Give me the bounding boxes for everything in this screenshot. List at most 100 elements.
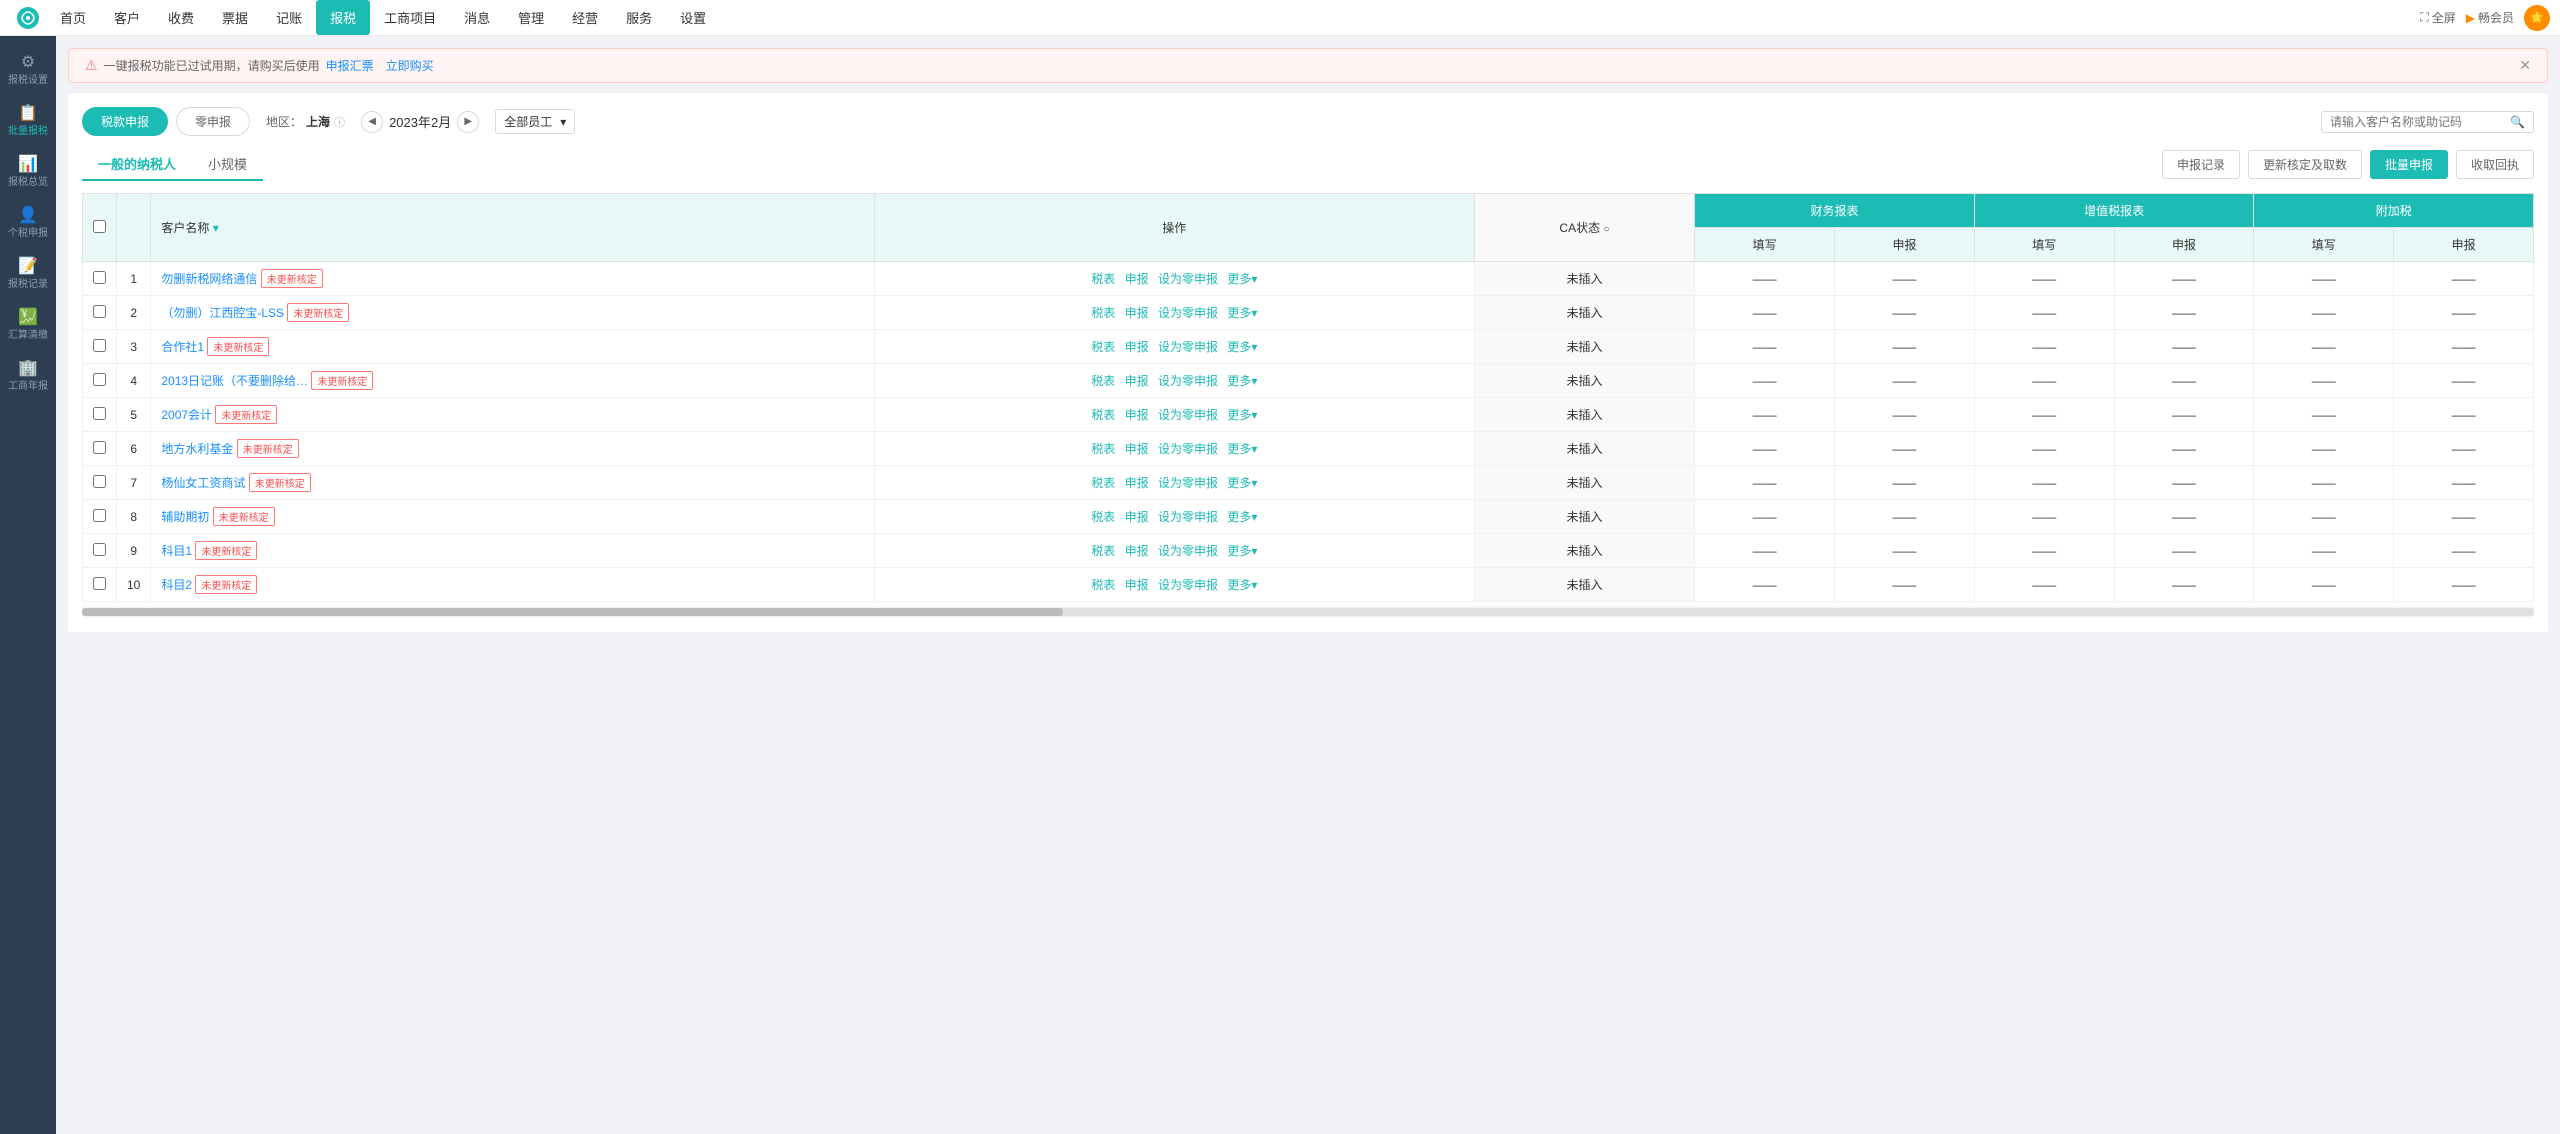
row-checkbox-6[interactable] [93,475,106,488]
op-declare-7[interactable]: 申报 [1125,510,1149,524]
nav-home[interactable]: 首页 [46,0,100,35]
select-all-checkbox[interactable] [93,220,106,233]
op-more-1[interactable]: 更多▾ [1227,306,1257,320]
nav-operation[interactable]: 经营 [558,0,612,35]
sidebar-item-batch-tax[interactable]: 📋 批量报税 [0,95,56,146]
info-icon[interactable]: ⓘ [334,114,345,130]
row-checkbox-3[interactable] [93,373,106,386]
client-name-link-5[interactable]: 地方水利基金 [161,442,233,456]
row-checkbox-4[interactable] [93,407,106,420]
nav-business[interactable]: 工商项目 [370,0,450,35]
period-prev-btn[interactable]: ◀ [361,111,383,133]
op-zero-declare-0[interactable]: 设为零申报 [1158,272,1218,286]
buy-now-link[interactable]: 立即购买 [386,57,434,74]
declare-record-btn[interactable]: 申报记录 [2162,150,2240,179]
row-checkbox-2[interactable] [93,339,106,352]
tab-zero-declare[interactable]: 零申报 [176,107,250,136]
fetch-back-btn[interactable]: 收取回执 [2456,150,2534,179]
op-zero-declare-8[interactable]: 设为零申报 [1158,544,1218,558]
sidebar-item-tax-records[interactable]: 📝 报税记录 [0,248,56,299]
scrollbar-thumb[interactable] [82,608,1063,616]
client-name-link-6[interactable]: 杨仙女工资商试 [161,476,245,490]
op-declare-9[interactable]: 申报 [1125,578,1149,592]
op-tax-table-2[interactable]: 税表 [1091,340,1115,354]
op-declare-3[interactable]: 申报 [1125,374,1149,388]
banner-close-btn[interactable]: ✕ [2519,57,2531,74]
update-fetch-btn[interactable]: 更新核定及取数 [2248,150,2362,179]
sidebar-item-tax-settings[interactable]: ⚙ 报税设置 [0,44,56,95]
nav-management[interactable]: 管理 [504,0,558,35]
nav-bookkeeping[interactable]: 记账 [262,0,316,35]
nav-service[interactable]: 服务 [612,0,666,35]
batch-declare-btn[interactable]: 批量申报 [2370,150,2448,179]
op-declare-0[interactable]: 申报 [1125,272,1149,286]
row-checkbox-8[interactable] [93,543,106,556]
op-zero-declare-1[interactable]: 设为零申报 [1158,306,1218,320]
tab-tax-declare[interactable]: 税款申报 [82,107,168,136]
table-scrollbar[interactable] [82,606,2534,618]
client-name-link-4[interactable]: 2007会计 [161,408,212,422]
op-declare-2[interactable]: 申报 [1125,340,1149,354]
op-zero-declare-4[interactable]: 设为零申报 [1158,408,1218,422]
sidebar-item-business-report[interactable]: 🏢 工商年报 [0,350,56,401]
op-declare-6[interactable]: 申报 [1125,476,1149,490]
client-name-link-9[interactable]: 科目2 [161,578,192,592]
op-zero-declare-6[interactable]: 设为零申报 [1158,476,1218,490]
op-tax-table-9[interactable]: 税表 [1091,578,1115,592]
nav-client[interactable]: 客户 [100,0,154,35]
op-tax-table-3[interactable]: 税表 [1091,374,1115,388]
op-tax-table-5[interactable]: 税表 [1091,442,1115,456]
op-tax-table-4[interactable]: 税表 [1091,408,1115,422]
op-tax-table-7[interactable]: 税表 [1091,510,1115,524]
row-checkbox-0[interactable] [93,271,106,284]
row-checkbox-9[interactable] [93,577,106,590]
op-zero-declare-2[interactable]: 设为零申报 [1158,340,1218,354]
client-name-link-2[interactable]: 合作社1 [161,340,204,354]
declare-link[interactable]: 申报汇票 [326,57,374,74]
row-checkbox-7[interactable] [93,509,106,522]
row-checkbox-5[interactable] [93,441,106,454]
client-name-link-7[interactable]: 辅助期初 [161,510,209,524]
op-zero-declare-3[interactable]: 设为零申报 [1158,374,1218,388]
op-more-8[interactable]: 更多▾ [1227,544,1257,558]
op-zero-declare-9[interactable]: 设为零申报 [1158,578,1218,592]
employee-filter[interactable]: 全部员工 ▾ [495,109,575,134]
sidebar-item-tax-overview[interactable]: 📊 报税总览 [0,146,56,197]
op-more-0[interactable]: 更多▾ [1227,272,1257,286]
op-more-6[interactable]: 更多▾ [1227,476,1257,490]
user-avatar[interactable]: 🌟 [2524,5,2550,31]
op-tax-table-0[interactable]: 税表 [1091,272,1115,286]
client-name-link-1[interactable]: （勿删）江西腔宝-LSS [161,306,284,320]
op-tax-table-6[interactable]: 税表 [1091,476,1115,490]
op-tax-table-8[interactable]: 税表 [1091,544,1115,558]
client-name-link-0[interactable]: 勿删新税网络通信 [161,272,257,286]
nav-settings[interactable]: 设置 [666,0,720,35]
op-more-5[interactable]: 更多▾ [1227,442,1257,456]
op-tax-table-1[interactable]: 税表 [1091,306,1115,320]
client-name-link-3[interactable]: 2013日记账（不要删除给… [161,374,308,388]
search-input[interactable] [2330,115,2510,129]
op-declare-5[interactable]: 申报 [1125,442,1149,456]
op-more-2[interactable]: 更多▾ [1227,340,1257,354]
row-checkbox-1[interactable] [93,305,106,318]
op-more-7[interactable]: 更多▾ [1227,510,1257,524]
op-more-4[interactable]: 更多▾ [1227,408,1257,422]
sidebar-item-personal-tax[interactable]: 👤 个税申报 [0,197,56,248]
period-next-btn[interactable]: ▶ [457,111,479,133]
op-more-3[interactable]: 更多▾ [1227,374,1257,388]
tab-general-taxpayer[interactable]: 一般的纳税人 [82,148,192,181]
search-icon[interactable]: 🔍 [2510,115,2525,129]
upgrade-btn[interactable]: ▶ 畅会员 [2466,9,2514,26]
op-zero-declare-5[interactable]: 设为零申报 [1158,442,1218,456]
nav-message[interactable]: 消息 [450,0,504,35]
sidebar-item-settlement[interactable]: 💹 汇算清缴 [0,299,56,350]
op-zero-declare-7[interactable]: 设为零申报 [1158,510,1218,524]
op-more-9[interactable]: 更多▾ [1227,578,1257,592]
nav-invoice[interactable]: 票据 [208,0,262,35]
nav-tax[interactable]: 报税 [316,0,370,35]
client-name-link-8[interactable]: 科目1 [161,544,192,558]
op-declare-4[interactable]: 申报 [1125,408,1149,422]
op-declare-1[interactable]: 申报 [1125,306,1149,320]
tab-small-scale[interactable]: 小规模 [192,148,263,181]
fullscreen-btn[interactable]: ⛶ 全屏 [2420,9,2455,26]
